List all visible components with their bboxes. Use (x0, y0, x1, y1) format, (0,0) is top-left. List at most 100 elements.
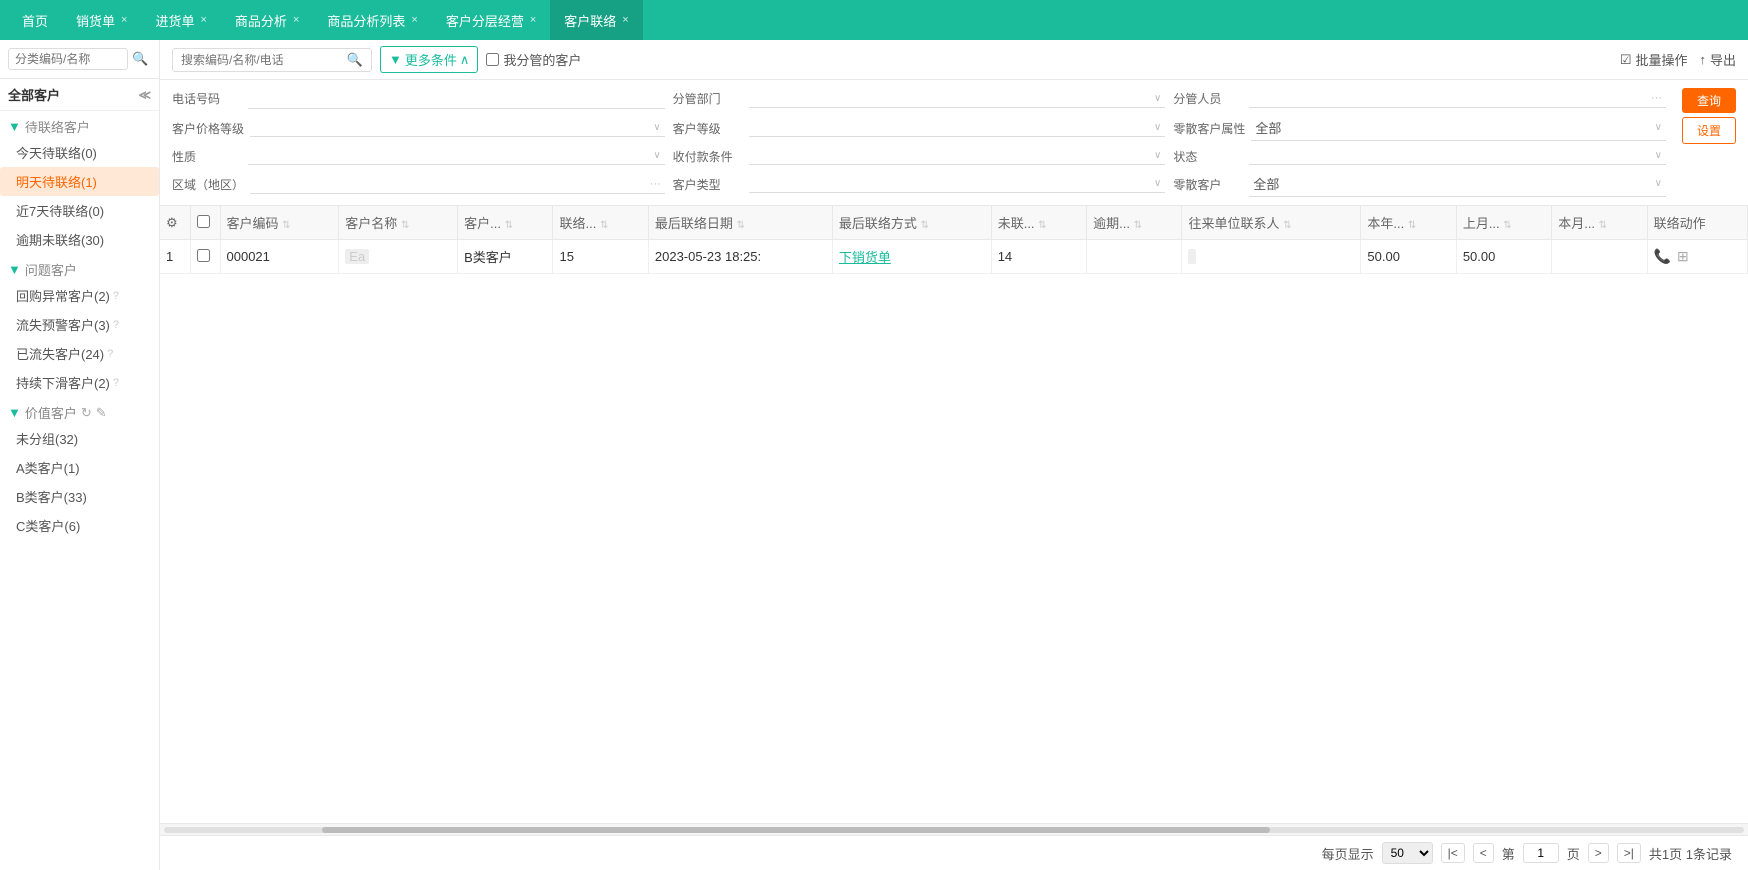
sort-icon[interactable]: ⇅ (1599, 220, 1607, 231)
sidebar-item-a-class[interactable]: A类客户(1) (0, 453, 159, 482)
horizontal-scrollbar[interactable] (160, 823, 1748, 835)
sidebar-item-abnormal[interactable]: 回购异常客户(2) ? (0, 281, 159, 310)
col-settings: ⚙ (160, 206, 190, 240)
more-icon[interactable]: ··· (650, 178, 661, 190)
filter-row-1: 电话号码 分管部门 ∨ 分管人员 (172, 88, 1666, 109)
close-icon[interactable]: × (200, 14, 206, 26)
batch-btn[interactable]: ☑ 批量操作 (1620, 50, 1688, 69)
filter-item-dept: 分管部门 ∨ (673, 90, 1166, 108)
sidebar-item-overdue[interactable]: 逾期未联络(30) (0, 225, 159, 254)
filter-item-scatter-customer: 零散客户 全部 ∨ (1173, 171, 1666, 197)
filter-select-scatter-attr[interactable]: 全部 ∨ (1251, 115, 1666, 141)
sort-icon[interactable]: ⇅ (505, 220, 513, 231)
filter-icon: ▼ (389, 52, 402, 67)
toolbar: 🔍 ▼ 更多条件 ∧ 我分管的客户 ☑ 批量操作 ↑ 导出 (160, 40, 1748, 80)
my-customer-checkbox[interactable] (486, 53, 499, 66)
phone-icon[interactable]: 📞 (1654, 248, 1671, 265)
first-page-btn[interactable]: |< (1441, 843, 1465, 863)
action-icons: 📞 ⊞ (1654, 248, 1741, 265)
select-all-checkbox[interactable] (197, 215, 210, 228)
close-icon[interactable]: × (121, 14, 127, 26)
sidebar-item-ungrouped[interactable]: 未分组(32) (0, 424, 159, 453)
help-icon: ? (113, 290, 119, 302)
sidebar-item-churn-warning[interactable]: 流失预警客户(3) ? (0, 310, 159, 339)
sidebar-item-c-class[interactable]: C类客户(6) (0, 511, 159, 540)
nav-product-analysis-list[interactable]: 商品分析列表 × (313, 0, 431, 40)
prev-page-btn[interactable]: < (1473, 843, 1494, 863)
sidebar-item-tomorrow[interactable]: 明天待联络(1) (0, 167, 159, 196)
filter-item-price-level: 客户价格等级 ∨ (172, 119, 665, 137)
sidebar-search-area: 🔍 (0, 40, 159, 79)
chevron-down-icon: ∨ (1655, 150, 1662, 161)
setting-button[interactable]: 设置 (1682, 117, 1736, 144)
sidebar-item-7days[interactable]: 近7天待联络(0) (0, 196, 159, 225)
nav-sales-order[interactable]: 销货单 × (62, 0, 141, 40)
sort-icon[interactable]: ⇅ (737, 220, 745, 231)
filter-row-2: 客户价格等级 ∨ 客户等级 ∨ (172, 115, 1666, 141)
filter-select-person[interactable]: ··· (1249, 89, 1666, 108)
sidebar-item-declining[interactable]: 持续下滑客户(2) ? (0, 368, 159, 397)
nav-purchase-order[interactable]: 进货单 × (141, 0, 220, 40)
last-contact-link[interactable]: 下销货单 (839, 250, 891, 265)
more-icon[interactable]: ··· (1651, 92, 1662, 104)
filter-select-payment[interactable]: ∨ (749, 147, 1166, 165)
sidebar-item-b-class[interactable]: B类客户(33) (0, 482, 159, 511)
sort-icon[interactable]: ⇅ (1038, 220, 1046, 231)
cell-checkbox (190, 240, 220, 274)
next-page-btn[interactable]: > (1588, 843, 1609, 863)
sort-icon[interactable]: ⇅ (1408, 220, 1416, 231)
filter-input-phone[interactable] (248, 88, 665, 109)
page-input[interactable] (1523, 843, 1559, 863)
filter-select-nature[interactable]: ∨ (248, 147, 665, 165)
sidebar-group-problem: ▼ 问题客户 (0, 254, 159, 281)
sidebar-item-today[interactable]: 今天待联络(0) (0, 138, 159, 167)
cell-no: 1 (160, 240, 190, 274)
per-page-select[interactable]: 50 100 200 (1382, 842, 1433, 864)
help-icon: ? (113, 377, 119, 389)
close-icon[interactable]: × (622, 14, 628, 26)
settings-icon[interactable]: ⚙ (166, 215, 178, 230)
sidebar: 🔍 全部客户 ≪ ▼ 待联络客户 今天待联络(0) 明天待联络(1) 近7天待联… (0, 40, 160, 870)
filter-select-price-level[interactable]: ∨ (250, 119, 665, 137)
query-button[interactable]: 查询 (1682, 88, 1736, 113)
filter-select-scatter-customer[interactable]: 全部 ∨ (1249, 171, 1666, 197)
search-icon[interactable]: 🔍 (132, 51, 148, 67)
edit-icon[interactable]: ✎ (96, 405, 107, 421)
sidebar-all-customers[interactable]: 全部客户 ≪ (0, 79, 159, 111)
blurred-name: Ea (345, 249, 369, 264)
search-button[interactable]: 🔍 (347, 52, 363, 68)
filter-select-customer-level[interactable]: ∨ (749, 119, 1166, 137)
sort-icon[interactable]: ⇅ (1503, 220, 1511, 231)
filter-select-dept[interactable]: ∨ (749, 90, 1166, 108)
grid-icon[interactable]: ⊞ (1677, 248, 1689, 265)
filter-select-status[interactable]: ∨ (1249, 147, 1666, 165)
close-icon[interactable]: × (411, 14, 417, 26)
filter-label-phone: 电话号码 (172, 90, 242, 107)
scrollbar-thumb[interactable] (322, 827, 1270, 833)
last-page-btn[interactable]: >| (1617, 843, 1641, 863)
close-icon[interactable]: × (530, 14, 536, 26)
sidebar-item-churned[interactable]: 已流失客户(24) ? (0, 339, 159, 368)
export-btn[interactable]: ↑ 导出 (1699, 50, 1736, 69)
chevron-up-icon: ∧ (460, 52, 470, 68)
filter-select-region[interactable]: ··· (250, 175, 665, 194)
sort-icon[interactable]: ⇅ (600, 220, 608, 231)
refresh-icon[interactable]: ↻ (81, 405, 92, 421)
filter-select-customer-type[interactable]: ∨ (749, 175, 1166, 193)
sort-icon[interactable]: ⇅ (282, 220, 290, 231)
nav-home[interactable]: 首页 (8, 0, 62, 40)
nav-customer-contact[interactable]: 客户联络 × (550, 0, 642, 40)
close-icon[interactable]: × (293, 14, 299, 26)
sort-icon[interactable]: ⇅ (1134, 220, 1142, 231)
search-input[interactable] (181, 53, 347, 67)
sort-icon[interactable]: ⇅ (401, 220, 409, 231)
sidebar-search-input[interactable] (8, 48, 128, 70)
sort-icon[interactable]: ⇅ (1283, 220, 1291, 231)
filter-row-4: 区域（地区） ··· 客户类型 ∨ (172, 171, 1666, 197)
nav-customer-tier[interactable]: 客户分层经营 × (432, 0, 550, 40)
nav-product-analysis[interactable]: 商品分析 × (221, 0, 313, 40)
sort-icon[interactable]: ⇅ (920, 220, 928, 231)
filter-btn[interactable]: ▼ 更多条件 ∧ (380, 46, 478, 73)
col-name: 客户名称 ⇅ (339, 206, 458, 240)
row-checkbox[interactable] (197, 249, 210, 262)
